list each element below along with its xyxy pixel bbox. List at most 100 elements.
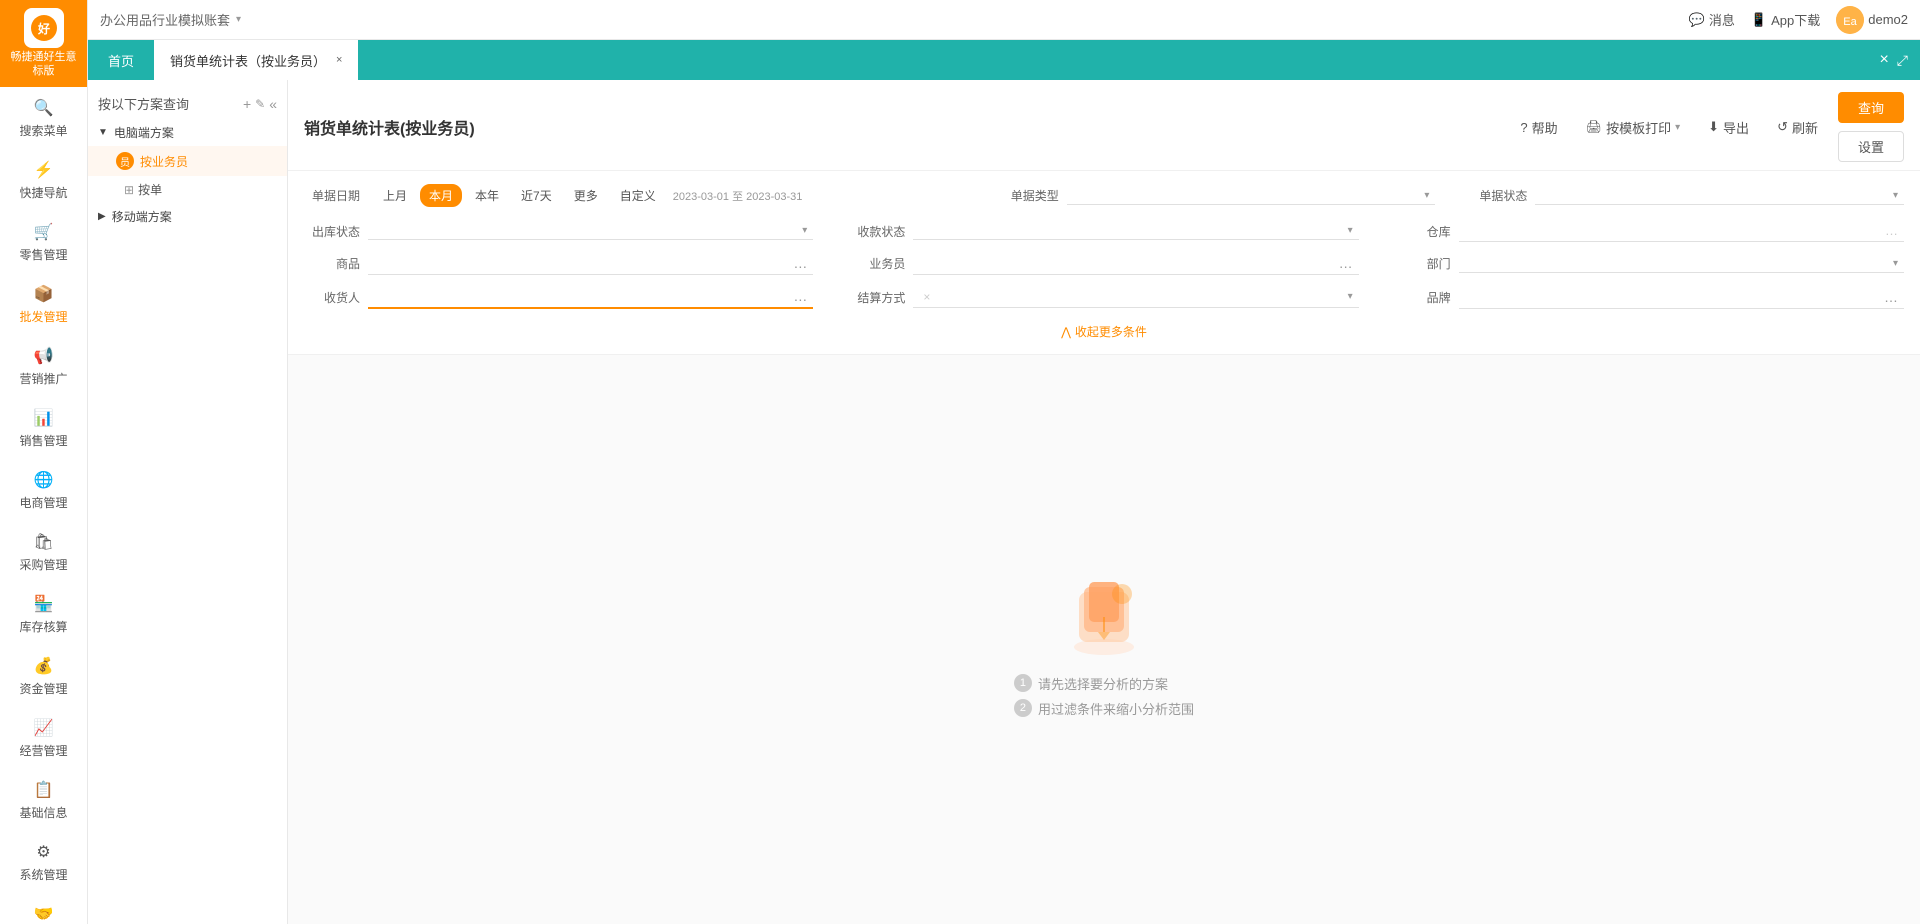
sidebar-item-ecommerce[interactable]: 🌐 电商管理: [0, 459, 87, 521]
filter-row-goods: 商品 … 业务员 … 部门 ▾: [304, 252, 1904, 275]
tab-close-icon[interactable]: ×: [336, 54, 342, 66]
brand-control[interactable]: …: [1459, 286, 1904, 309]
date-btn-more[interactable]: 更多: [565, 184, 607, 207]
operations-icon: 📈: [33, 717, 55, 739]
query-button[interactable]: 查询: [1838, 92, 1904, 123]
close-window-icon[interactable]: ×: [1879, 51, 1888, 69]
out-status-control[interactable]: ▾: [368, 222, 813, 240]
data-area: 1 请先选择要分析的方案 2 用过滤条件来缩小分析范围: [288, 355, 1920, 924]
goods-label: 商品: [304, 255, 360, 272]
filter-row-receiver: 收货人 … 结算方式 × ▾ 品牌 …: [304, 285, 1904, 309]
doc-status-control[interactable]: ▾: [1535, 187, 1904, 205]
settings-button[interactable]: 设置: [1838, 131, 1904, 162]
basic-icon: 📋: [33, 779, 55, 801]
out-status-label: 出库状态: [304, 223, 360, 240]
scheme-item-by-order[interactable]: ⊞ 按单: [88, 176, 287, 203]
tab-maximize-area: × ⤢: [1867, 51, 1920, 69]
sidebar-item-basic[interactable]: 📋 基础信息: [0, 769, 87, 831]
filter-row-date: 单据日期 上月 本月 本年 近7天 更多 自定义 2023-03-01 至 20…: [304, 181, 1904, 210]
receiver-input[interactable]: [374, 289, 793, 303]
staff-dots[interactable]: …: [1339, 255, 1353, 271]
help-button[interactable]: ? 帮助: [1512, 114, 1565, 141]
right-panel: 销货单统计表(按业务员) ? 帮助 🖨 按模板打印 ▾ ⬇ 导出: [288, 80, 1920, 924]
print-button[interactable]: 🖨 按模板打印 ▾: [1578, 114, 1689, 141]
date-range-text: 2023-03-01 至 2023-03-31: [673, 188, 803, 204]
collapse-panel-icon[interactable]: «: [269, 96, 277, 112]
sidebar-menu: 🔍 搜索菜单 ⚡ 快捷导航 🛒 零售管理 📦 批发管理 📢 营销推广 📊 销售管…: [0, 87, 87, 924]
sidebar-item-shortcut[interactable]: ⚡ 快捷导航: [0, 149, 87, 211]
export-icon: ⬇: [1708, 119, 1719, 135]
date-btn-last-month[interactable]: 上月: [374, 184, 416, 207]
empty-hint: 1 请先选择要分析的方案 2 用过滤条件来缩小分析范围: [1014, 562, 1194, 718]
staff-control[interactable]: …: [913, 252, 1358, 275]
add-scheme-icon[interactable]: +: [243, 96, 251, 112]
tab-home[interactable]: 首页: [88, 40, 154, 80]
date-label: 单据日期: [304, 187, 360, 204]
sidebar-item-inventory[interactable]: 🏪 库存核算: [0, 583, 87, 645]
refresh-button[interactable]: ↺ 刷新: [1769, 114, 1826, 141]
search-icon: 🔍: [33, 97, 55, 119]
date-btn-7days[interactable]: 近7天: [512, 184, 561, 207]
out-status-dropdown-icon: ▾: [802, 225, 807, 236]
page-title-bar: 销货单统计表(按业务员) ? 帮助 🖨 按模板打印 ▾ ⬇ 导出: [288, 80, 1920, 171]
mobile-group-label: 移动端方案: [112, 208, 172, 225]
date-btn-custom[interactable]: 自定义: [611, 184, 665, 207]
goods-dots[interactable]: …: [793, 255, 807, 271]
sidebar-shortcut-label: 快捷导航: [19, 184, 67, 201]
hint-item-2: 2 用过滤条件来缩小分析范围: [1014, 699, 1194, 718]
message-icon: 💬: [1689, 12, 1705, 28]
receiver-dots[interactable]: …: [793, 288, 807, 304]
main-area: 办公用品行业模拟账套 ▾ 💬 消息 📱 App下载 Ea demo2 首页: [88, 0, 1920, 924]
dept-control[interactable]: ▾: [1459, 255, 1904, 273]
sidebar-item-finance[interactable]: 💰 资金管理: [0, 645, 87, 707]
hint-item-1: 1 请先选择要分析的方案: [1014, 674, 1194, 693]
collect-status-control[interactable]: ▾: [913, 222, 1358, 240]
scheme-group-pc-header[interactable]: ▼ 电脑端方案: [88, 119, 287, 146]
sidebar-item-system[interactable]: ⚙ 系统管理: [0, 831, 87, 893]
collect-status-dropdown-icon: ▾: [1348, 225, 1353, 236]
sidebar-item-wholesale[interactable]: 📦 批发管理: [0, 273, 87, 335]
scheme-group-mobile-header[interactable]: ▶ 移动端方案: [88, 203, 287, 230]
payment-clear-icon[interactable]: ×: [923, 290, 930, 304]
top-bar-right: 💬 消息 📱 App下载 Ea demo2: [1689, 6, 1908, 34]
sidebar-item-sales[interactable]: 📊 销售管理: [0, 397, 87, 459]
top-bar: 办公用品行业模拟账套 ▾ 💬 消息 📱 App下载 Ea demo2: [88, 0, 1920, 40]
receiver-control[interactable]: …: [368, 285, 813, 309]
pc-group-arrow-icon: ▼: [98, 127, 108, 138]
tab-sales-stats[interactable]: 销货单统计表（按业务员） ×: [154, 40, 358, 80]
sidebar-item-search[interactable]: 🔍 搜索菜单: [0, 87, 87, 149]
message-button[interactable]: 💬 消息: [1689, 10, 1735, 29]
ecommerce-icon: 🌐: [33, 469, 55, 491]
doc-type-label: 单据类型: [1003, 187, 1059, 204]
user-menu[interactable]: Ea demo2: [1836, 6, 1908, 34]
brand-label: 品牌: [1395, 289, 1451, 306]
sidebar-item-enterprise[interactable]: 🤝 企业协同: [0, 893, 87, 924]
maximize-icon[interactable]: ⤢: [1897, 52, 1908, 69]
left-panel: 按以下方案查询 + ✎ « ▼ 电脑端方案 员 按业务员 ⊞ 按单: [88, 80, 288, 924]
sidebar-item-retail[interactable]: 🛒 零售管理: [0, 211, 87, 273]
sidebar-search-label: 搜索菜单: [19, 122, 67, 139]
shortcut-icon: ⚡: [33, 159, 55, 181]
app-download-button[interactable]: 📱 App下载: [1751, 10, 1820, 29]
doc-type-control[interactable]: ▾: [1067, 187, 1436, 205]
scheme-item-by-staff[interactable]: 员 按业务员: [88, 146, 287, 176]
sidebar-item-marketing[interactable]: 📢 营销推广: [0, 335, 87, 397]
warehouse-control[interactable]: …: [1459, 220, 1904, 242]
edit-scheme-icon[interactable]: ✎: [255, 97, 265, 111]
content-area: 按以下方案查询 + ✎ « ▼ 电脑端方案 员 按业务员 ⊞ 按单: [88, 80, 1920, 924]
date-filter-control: 上月 本月 本年 近7天 更多 自定义 2023-03-01 至 2023-03…: [368, 181, 808, 210]
app-title-dropdown-icon[interactable]: ▾: [236, 14, 241, 25]
brand-dots[interactable]: …: [1884, 289, 1898, 305]
mobile-group-arrow-icon: ▶: [98, 211, 106, 222]
sales-icon: 📊: [33, 407, 55, 429]
date-btn-this-year[interactable]: 本年: [466, 184, 508, 207]
date-controls: 上月 本月 本年 近7天 更多 自定义 2023-03-01 至 2023-03…: [374, 184, 802, 207]
goods-control[interactable]: …: [368, 252, 813, 275]
logo-area[interactable]: 好 畅捷通好生意标版: [0, 0, 87, 87]
collapse-button[interactable]: ⋀ 收起更多条件: [1057, 319, 1151, 344]
date-btn-this-month[interactable]: 本月: [420, 184, 462, 207]
sidebar-item-operations[interactable]: 📈 经营管理: [0, 707, 87, 769]
sidebar-item-purchase[interactable]: 🛍 采购管理: [0, 521, 87, 583]
payment-control[interactable]: × ▾: [913, 287, 1358, 308]
export-button[interactable]: ⬇ 导出: [1700, 114, 1757, 141]
